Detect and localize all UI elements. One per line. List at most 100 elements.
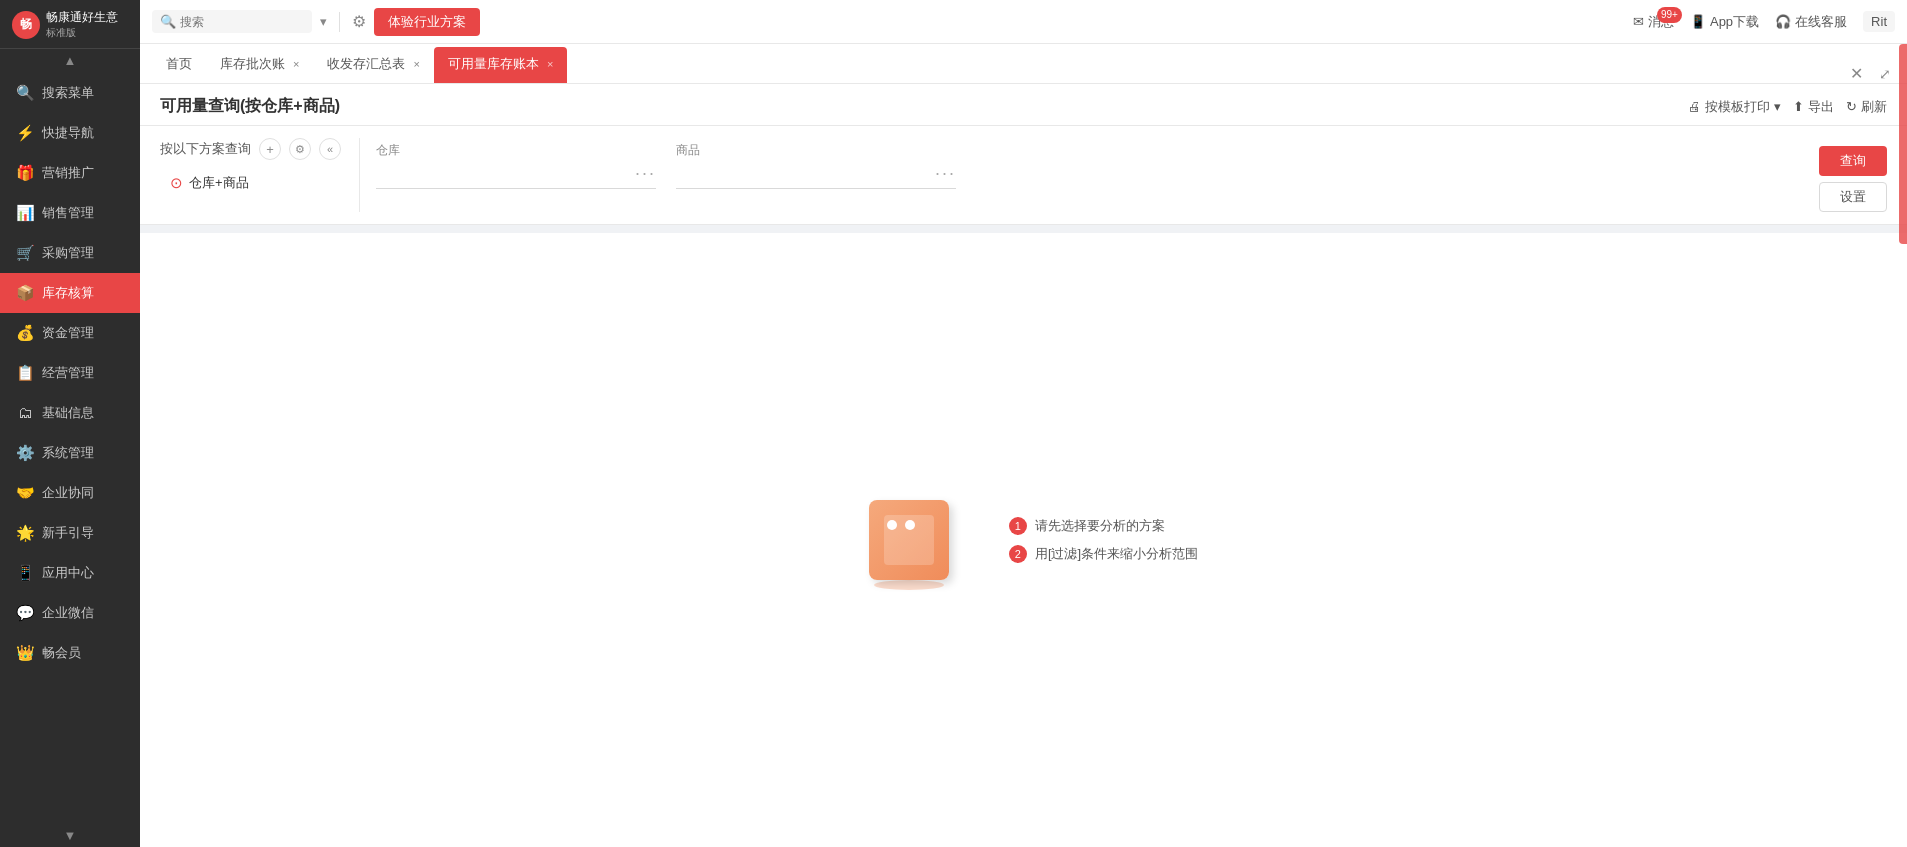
search-icon: 🔍 [16,84,34,102]
robot-face [887,520,915,530]
star-icon: 🌟 [16,524,34,542]
sidebar-item-label: 企业微信 [42,604,94,622]
filter-warehouse-group: 仓库 ··· [376,142,656,189]
user-avatar[interactable]: Rit [1863,11,1895,32]
empty-illustration [849,480,969,600]
topbar-divider [339,12,340,32]
sidebar-item-wechat[interactable]: 💬 企业微信 [0,593,140,633]
tab-batch-close[interactable]: × [293,58,299,70]
sidebar-scroll-up[interactable]: ▲ [0,49,140,73]
inventory-icon: 📦 [16,284,34,302]
sidebar-item-purchase[interactable]: 🛒 采购管理 [0,233,140,273]
sidebar-item-quick-nav[interactable]: ⚡ 快捷导航 [0,113,140,153]
close-all-btn[interactable]: ✕ [1846,64,1867,83]
tab-actions: ✕ ⤢ [1846,64,1895,83]
sidebar-item-apps[interactable]: 📱 应用中心 [0,553,140,593]
sidebar-item-finance[interactable]: 💰 资金管理 [0,313,140,353]
right-scrollbar[interactable] [1899,44,1907,244]
tab-batch-label: 库存批次账 [220,55,285,73]
clipboard-icon: 📋 [16,364,34,382]
tab-available-ledger[interactable]: 可用量库存账本 × [434,47,567,83]
brand-sub: 标准版 [46,26,118,40]
query-button[interactable]: 查询 [1819,146,1887,176]
app-download-btn[interactable]: 📱 App下载 [1690,13,1759,31]
filter-scheme-header: 按以下方案查询 + ⚙ « [160,138,343,160]
sidebar-item-newbie[interactable]: 🌟 新手引导 [0,513,140,553]
sidebar-item-basic[interactable]: 🗂 基础信息 [0,393,140,433]
search-box[interactable]: 🔍 [152,10,312,33]
export-label: 导出 [1808,98,1834,116]
robot-shadow [874,580,944,590]
refresh-icon: ↻ [1846,99,1857,114]
add-scheme-btn[interactable]: + [259,138,281,160]
user-name: Rit [1871,14,1887,29]
quick-icon: ⚡ [16,124,34,142]
edit-scheme-btn[interactable]: ⚙ [289,138,311,160]
sidebar-item-label: 销售管理 [42,204,94,222]
filter-product-group: 商品 ··· [676,142,956,189]
topbar-dropdown-arrow[interactable]: ▾ [320,14,327,29]
print-dropdown-icon[interactable]: ▾ [1774,99,1781,114]
tab-receive-summary[interactable]: 收发存汇总表 × [313,47,433,83]
topbar-right: ✉ 消息 99+ 📱 App下载 🎧 在线客服 Rit [1633,11,1895,32]
robot-box [869,500,949,580]
sidebar-item-label: 基础信息 [42,404,94,422]
sidebar-item-member[interactable]: 👑 畅会员 [0,633,140,673]
export-btn[interactable]: ⬆ 导出 [1793,98,1834,116]
collapse-scheme-btn[interactable]: « [319,138,341,160]
warehouse-input[interactable] [376,166,631,181]
tip-item-1: 1 请先选择要分析的方案 [1009,517,1198,535]
sidebar-item-marketing[interactable]: 🎁 营销推广 [0,153,140,193]
expand-btn[interactable]: ⤢ [1875,66,1895,82]
gear-icon: ⚙️ [16,444,34,462]
print-label: 按模板打印 [1705,98,1770,116]
print-btn[interactable]: 🖨 按模板打印 ▾ [1688,98,1781,116]
industry-btn[interactable]: 体验行业方案 [374,8,480,36]
search-input[interactable] [180,15,290,29]
sidebar-menu: 🔍 搜索菜单 ⚡ 快捷导航 🎁 营销推广 📊 销售管理 🛒 采购管理 📦 库存核… [0,73,140,823]
message-btn[interactable]: ✉ 消息 99+ [1633,13,1674,31]
brand-icon: 畅 [12,11,40,39]
sidebar-item-system[interactable]: ⚙️ 系统管理 [0,433,140,473]
tab-receive-close[interactable]: × [413,58,419,70]
warehouse-dots[interactable]: ··· [635,163,656,184]
sidebar-item-label: 营销推广 [42,164,94,182]
sidebar-scroll-down[interactable]: ▼ [0,823,140,847]
robot-eye-right [905,520,915,530]
scheme-icon: ⊙ [170,174,183,192]
product-input[interactable] [676,166,931,181]
handshake-icon: 🤝 [16,484,34,502]
sidebar-item-operation[interactable]: 📋 经营管理 [0,353,140,393]
sidebar-item-label: 系统管理 [42,444,94,462]
sidebar-item-enterprise[interactable]: 🤝 企业协同 [0,473,140,513]
scheme-warehouse-product[interactable]: ⊙ 仓库+商品 [160,168,343,198]
filter-right: 仓库 ··· 商品 ··· 查询 设置 [376,138,1887,212]
refresh-btn[interactable]: ↻ 刷新 [1846,98,1887,116]
tab-home[interactable]: 首页 [152,47,206,83]
page-content: 可用量查询(按仓库+商品) 🖨 按模板打印 ▾ ⬆ 导出 ↻ 刷新 [140,84,1907,847]
app-label: App下载 [1710,13,1759,31]
sidebar-item-label: 采购管理 [42,244,94,262]
filter-actions: 查询 设置 [1819,142,1887,212]
tab-batch-account[interactable]: 库存批次账 × [206,47,313,83]
settings-icon[interactable]: ⚙ [352,12,366,31]
tabs-bar: 首页 库存批次账 × 收发存汇总表 × 可用量库存账本 × ✕ ⤢ [140,44,1907,84]
cart-icon: 🛒 [16,244,34,262]
product-dots[interactable]: ··· [935,163,956,184]
tab-home-label: 首页 [166,55,192,73]
sidebar-item-sales[interactable]: 📊 销售管理 [0,193,140,233]
settings-button[interactable]: 设置 [1819,182,1887,212]
tip-item-2: 2 用[过滤]条件来缩小分析范围 [1009,545,1198,563]
service-btn[interactable]: 🎧 在线客服 [1775,13,1847,31]
sidebar-item-inventory[interactable]: 📦 库存核算 [0,273,140,313]
sidebar-item-label: 快捷导航 [42,124,94,142]
search-icon: 🔍 [160,14,176,29]
sidebar-item-search[interactable]: 🔍 搜索菜单 [0,73,140,113]
chat-icon: 💬 [16,604,34,622]
filter-area: 按以下方案查询 + ⚙ « ⊙ 仓库+商品 仓库 ··· [140,126,1907,225]
tip-text-2: 用[过滤]条件来缩小分析范围 [1035,545,1198,563]
page-header-actions: 🖨 按模板打印 ▾ ⬆ 导出 ↻ 刷新 [1688,98,1887,116]
filter-scheme-panel: 按以下方案查询 + ⚙ « ⊙ 仓库+商品 [160,138,360,212]
brand-area: 畅 畅康通好生意 标准版 [0,0,140,49]
tab-available-close[interactable]: × [547,58,553,70]
